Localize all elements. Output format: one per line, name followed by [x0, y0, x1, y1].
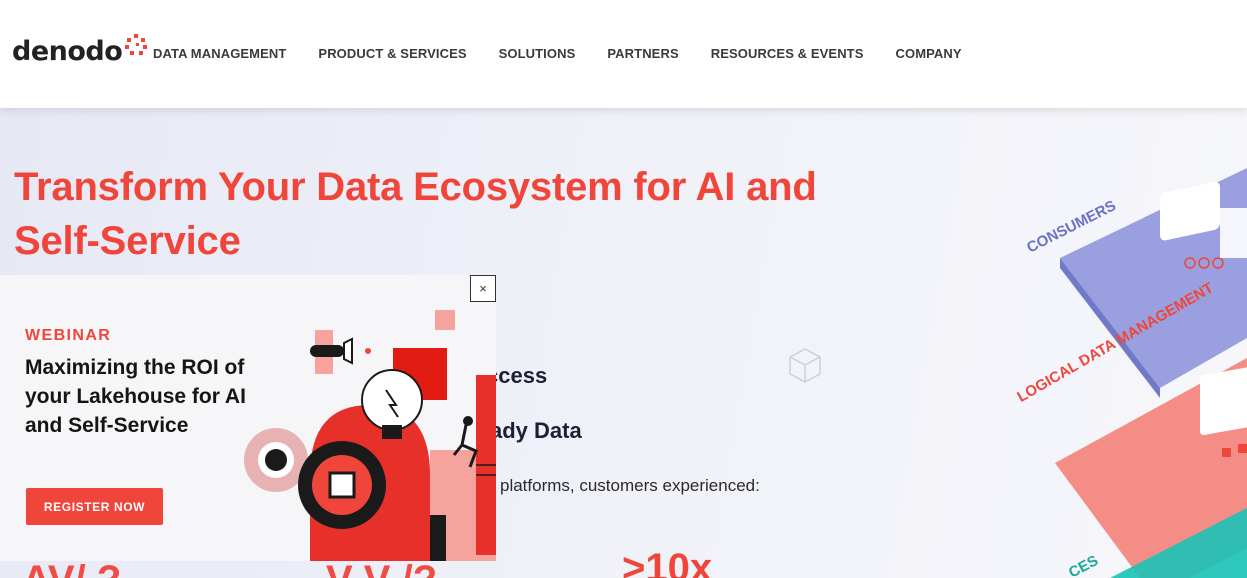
- nav-resources-events[interactable]: RESOURCES & EVENTS: [711, 46, 864, 61]
- register-now-button[interactable]: REGISTER NOW: [26, 488, 163, 525]
- nav-company[interactable]: COMPANY: [896, 46, 962, 61]
- nav-data-management[interactable]: DATA MANAGEMENT: [153, 46, 286, 61]
- cube-icon: [789, 348, 821, 383]
- denodo-logo[interactable]: denodo: [12, 34, 148, 67]
- hero-stat-partial-mid: V V /?: [326, 558, 437, 578]
- site-header: denodo DATA MANAGEMENT PRODUCT & SERVICE…: [0, 0, 1247, 108]
- nav-product-services[interactable]: PRODUCT & SERVICES: [318, 46, 466, 61]
- platform-diagram: CONSUMERS LOGICAL DATA MANAGEMENT CES: [1014, 168, 1247, 578]
- popup-close-button[interactable]: ×: [470, 275, 496, 302]
- nav-solutions[interactable]: SOLUTIONS: [499, 46, 576, 61]
- hero-stat-partial-left: AV/ ?: [22, 558, 121, 578]
- logo-dots-icon: [125, 34, 148, 55]
- hero-title: Transform Your Data Ecosystem for AI and…: [14, 165, 817, 263]
- popup-eyebrow: WEBINAR: [25, 327, 112, 344]
- hero-stat-value: >10x: [622, 546, 713, 578]
- qr-icon: [265, 449, 287, 471]
- close-icon: ×: [479, 281, 487, 296]
- webinar-illustration: [244, 310, 496, 561]
- main-nav: DATA MANAGEMENT PRODUCT & SERVICES SOLUT…: [153, 46, 994, 61]
- logo-wordmark: denodo: [12, 36, 123, 67]
- hero-body-text: platforms, customers experienced:: [500, 476, 760, 495]
- webinar-popup: WEBINAR Maximizing the ROI of your Lakeh…: [0, 275, 496, 561]
- nav-partners[interactable]: PARTNERS: [607, 46, 678, 61]
- hero-line-ready-data: ady Data: [490, 418, 582, 443]
- layer-label-sources: CES: [1066, 552, 1101, 578]
